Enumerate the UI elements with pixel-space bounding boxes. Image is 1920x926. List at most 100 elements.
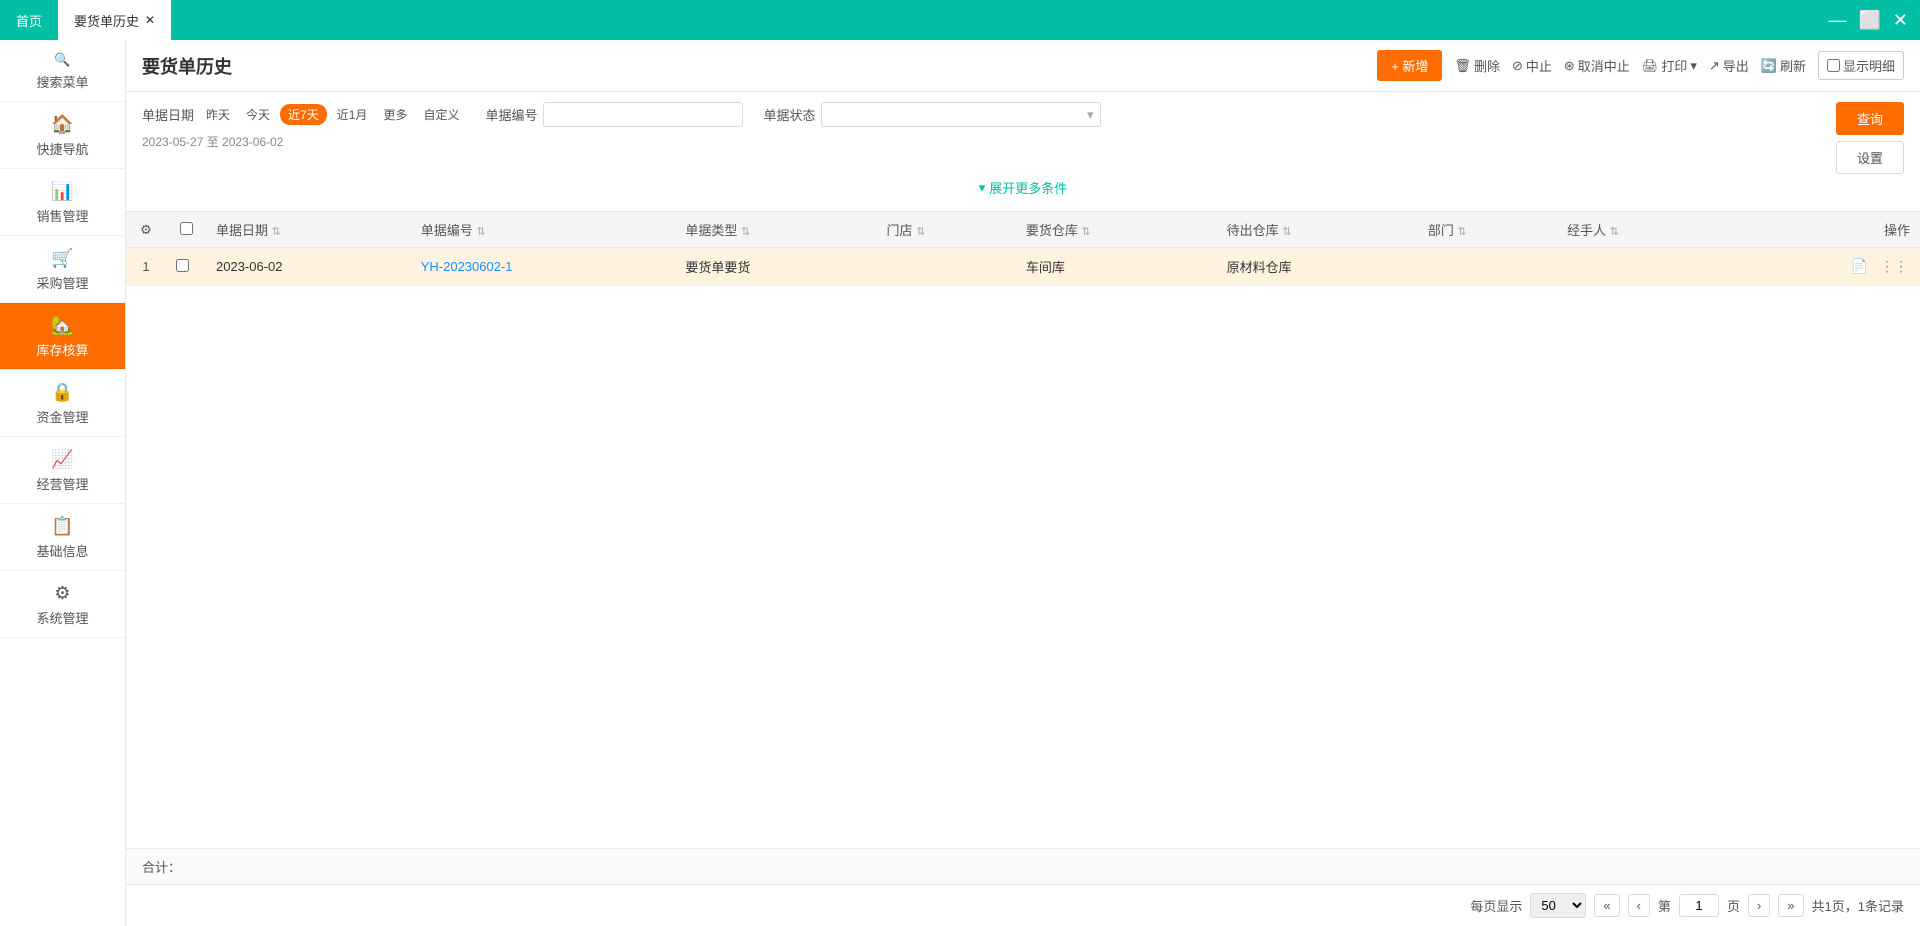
system-icon: ⚙	[54, 583, 70, 604]
page-title: 要货单历史	[142, 53, 1377, 79]
export-button[interactable]: ↗ 导出	[1709, 56, 1749, 75]
page-unit: 页	[1727, 896, 1740, 915]
th-action: 操作	[1727, 212, 1920, 248]
prev-page-btn[interactable]: ‹	[1628, 894, 1650, 917]
sort-department-icon: ⇅	[1457, 226, 1466, 238]
main-layout: 🔍 搜索菜单 🏠 快捷导航 📊 销售管理 🛒 采购管理 🏡 库存核算 🔒 资金管…	[0, 40, 1920, 926]
row-checkbox[interactable]	[176, 259, 189, 272]
sort-doc-type-icon: ⇅	[741, 226, 750, 238]
th-doc-date[interactable]: 单据日期 ⇅	[206, 212, 411, 248]
tab-close-icon[interactable]: ✕	[145, 13, 155, 27]
next-page-btn[interactable]: ›	[1748, 894, 1770, 917]
sidebar-item-finance[interactable]: 🔒 资金管理	[0, 370, 125, 437]
pagination: 每页显示 50 100 200 « ‹ 第 页 › » 共1页，1条记录	[126, 884, 1920, 926]
show-detail-checkbox[interactable]	[1827, 59, 1840, 72]
row-more-icon[interactable]: ⋮⋮	[1878, 256, 1910, 277]
print-button[interactable]: 🖨 打印 ▾	[1642, 56, 1697, 75]
sidebar-item-operations[interactable]: 📈 经营管理	[0, 437, 125, 504]
window-max-icon[interactable]: ⬜	[1858, 10, 1880, 31]
delete-icon: 🗑	[1454, 58, 1471, 74]
date-btn-more[interactable]: 更多	[377, 104, 413, 125]
docnum-input[interactable]	[543, 102, 743, 127]
new-button[interactable]: + 新增	[1377, 50, 1442, 81]
content-area: 要货单历史 + 新增 🗑 删除 ⊘ 中止 ⊛ 取消中止 🖨 打印	[126, 40, 1920, 926]
sidebar-item-quick-nav[interactable]: 🏠 快捷导航	[0, 102, 125, 169]
sort-store-icon: ⇅	[916, 226, 925, 238]
sort-doc-date-icon: ⇅	[272, 226, 281, 238]
toolbar: + 新增 🗑 删除 ⊘ 中止 ⊛ 取消中止 🖨 打印 ▾	[1377, 50, 1904, 81]
filter-settings-button[interactable]: 设置	[1836, 141, 1904, 174]
cancel-stop-button[interactable]: ⊛ 取消中止	[1564, 56, 1630, 75]
th-handler[interactable]: 经手人 ⇅	[1557, 212, 1727, 248]
filter-group-date: 单据日期 昨天 今天 近7天 近1月 更多 自定义	[142, 104, 465, 125]
sidebar-item-label-system: 系统管理	[36, 608, 88, 627]
td-doc-date: 2023-06-02	[206, 248, 411, 286]
date-btn-today[interactable]: 今天	[240, 104, 276, 125]
footer-total-label: 合计：	[142, 857, 181, 876]
sales-icon: 📊	[51, 181, 73, 202]
tab-home-label: 首页	[16, 11, 42, 30]
docstatus-input[interactable]	[821, 102, 1101, 127]
stop-button[interactable]: ⊘ 中止	[1512, 56, 1552, 75]
td-handler	[1557, 248, 1727, 286]
sidebar-item-label-sales: 销售管理	[36, 206, 88, 225]
show-detail-button[interactable]: 显示明细	[1818, 51, 1904, 80]
table-footer: 合计：	[126, 848, 1920, 884]
expand-more-btn[interactable]: ▾ 展开更多条件	[142, 174, 1904, 201]
sidebar-item-purchase[interactable]: 🛒 采购管理	[0, 236, 125, 303]
date-btn-1month[interactable]: 近1月	[331, 104, 374, 125]
export-label: 导出	[1723, 56, 1749, 75]
td-department	[1418, 248, 1557, 286]
window-close-icon[interactable]: ✕	[1893, 10, 1908, 31]
td-index: 1	[126, 248, 166, 286]
date-btn-yesterday[interactable]: 昨天	[200, 104, 236, 125]
window-min-icon[interactable]: —	[1828, 10, 1846, 31]
date-btn-7days[interactable]: 近7天	[280, 104, 327, 125]
refresh-button[interactable]: 🔄 刷新	[1761, 56, 1806, 75]
action-icons: 📄 ⋮⋮	[1737, 256, 1910, 277]
th-department-label: 部门	[1428, 223, 1454, 238]
expand-more-icon: ▾	[979, 180, 986, 196]
sidebar-item-label-finance: 资金管理	[36, 407, 88, 426]
filter-area: 单据日期 昨天 今天 近7天 近1月 更多 自定义	[126, 92, 1920, 212]
th-store[interactable]: 门店 ⇅	[877, 212, 1016, 248]
row-edit-icon[interactable]: 📄	[1849, 256, 1870, 277]
query-button[interactable]: 查询	[1836, 102, 1904, 135]
finance-icon: 🔒	[51, 382, 73, 403]
th-settings[interactable]: ⚙	[126, 212, 166, 248]
last-page-btn[interactable]: »	[1778, 894, 1803, 917]
top-bar-right: — ⬜ ✕	[1828, 10, 1920, 31]
sidebar-item-inventory[interactable]: 🏡 库存核算	[0, 303, 125, 370]
date-btn-custom[interactable]: 自定义	[417, 104, 465, 125]
tab-home[interactable]: 首页	[0, 0, 58, 40]
th-pending-warehouse[interactable]: 待出仓库 ⇅	[1217, 212, 1418, 248]
page-input-label: 第	[1658, 896, 1671, 915]
sidebar-item-search-menu[interactable]: 🔍 搜索菜单	[0, 40, 125, 102]
purchase-icon: 🛒	[51, 248, 73, 269]
doc-number-link[interactable]: YH-20230602-1	[421, 259, 513, 274]
select-all-checkbox[interactable]	[180, 222, 193, 235]
operations-icon: 📈	[51, 449, 73, 470]
page-input[interactable]	[1679, 894, 1719, 917]
first-page-btn[interactable]: «	[1594, 894, 1619, 917]
per-page-select[interactable]: 50 100 200	[1530, 893, 1586, 918]
td-action: 📄 ⋮⋮	[1727, 248, 1920, 286]
th-doc-type[interactable]: 单据类型 ⇅	[675, 212, 876, 248]
th-req-warehouse[interactable]: 要货仓库 ⇅	[1016, 212, 1217, 248]
sidebar-item-label-inventory: 库存核算	[36, 340, 88, 359]
th-department[interactable]: 部门 ⇅	[1418, 212, 1557, 248]
th-doc-number[interactable]: 单据编号 ⇅	[411, 212, 676, 248]
sidebar-item-system[interactable]: ⚙ 系统管理	[0, 571, 125, 638]
print-icon: 🖨	[1642, 58, 1659, 74]
tab-requisition-history[interactable]: 要货单历史 ✕	[58, 0, 171, 40]
page-header: 要货单历史 + 新增 🗑 删除 ⊘ 中止 ⊛ 取消中止 🖨 打印	[126, 40, 1920, 92]
delete-button[interactable]: 🗑 删除	[1454, 56, 1500, 75]
sidebar: 🔍 搜索菜单 🏠 快捷导航 📊 销售管理 🛒 采购管理 🏡 库存核算 🔒 资金管…	[0, 40, 126, 926]
sidebar-item-basic-info[interactable]: 📋 基础信息	[0, 504, 125, 571]
th-checkbox	[166, 212, 206, 248]
filter-group-docstatus: 单据状态 ▾	[763, 102, 1101, 127]
table-header-row: ⚙ 单据日期 ⇅ 单据编号 ⇅	[126, 212, 1920, 248]
td-doc-number: YH-20230602-1	[411, 248, 676, 286]
sidebar-item-sales[interactable]: 📊 销售管理	[0, 169, 125, 236]
docstatus-label: 单据状态	[763, 105, 815, 124]
